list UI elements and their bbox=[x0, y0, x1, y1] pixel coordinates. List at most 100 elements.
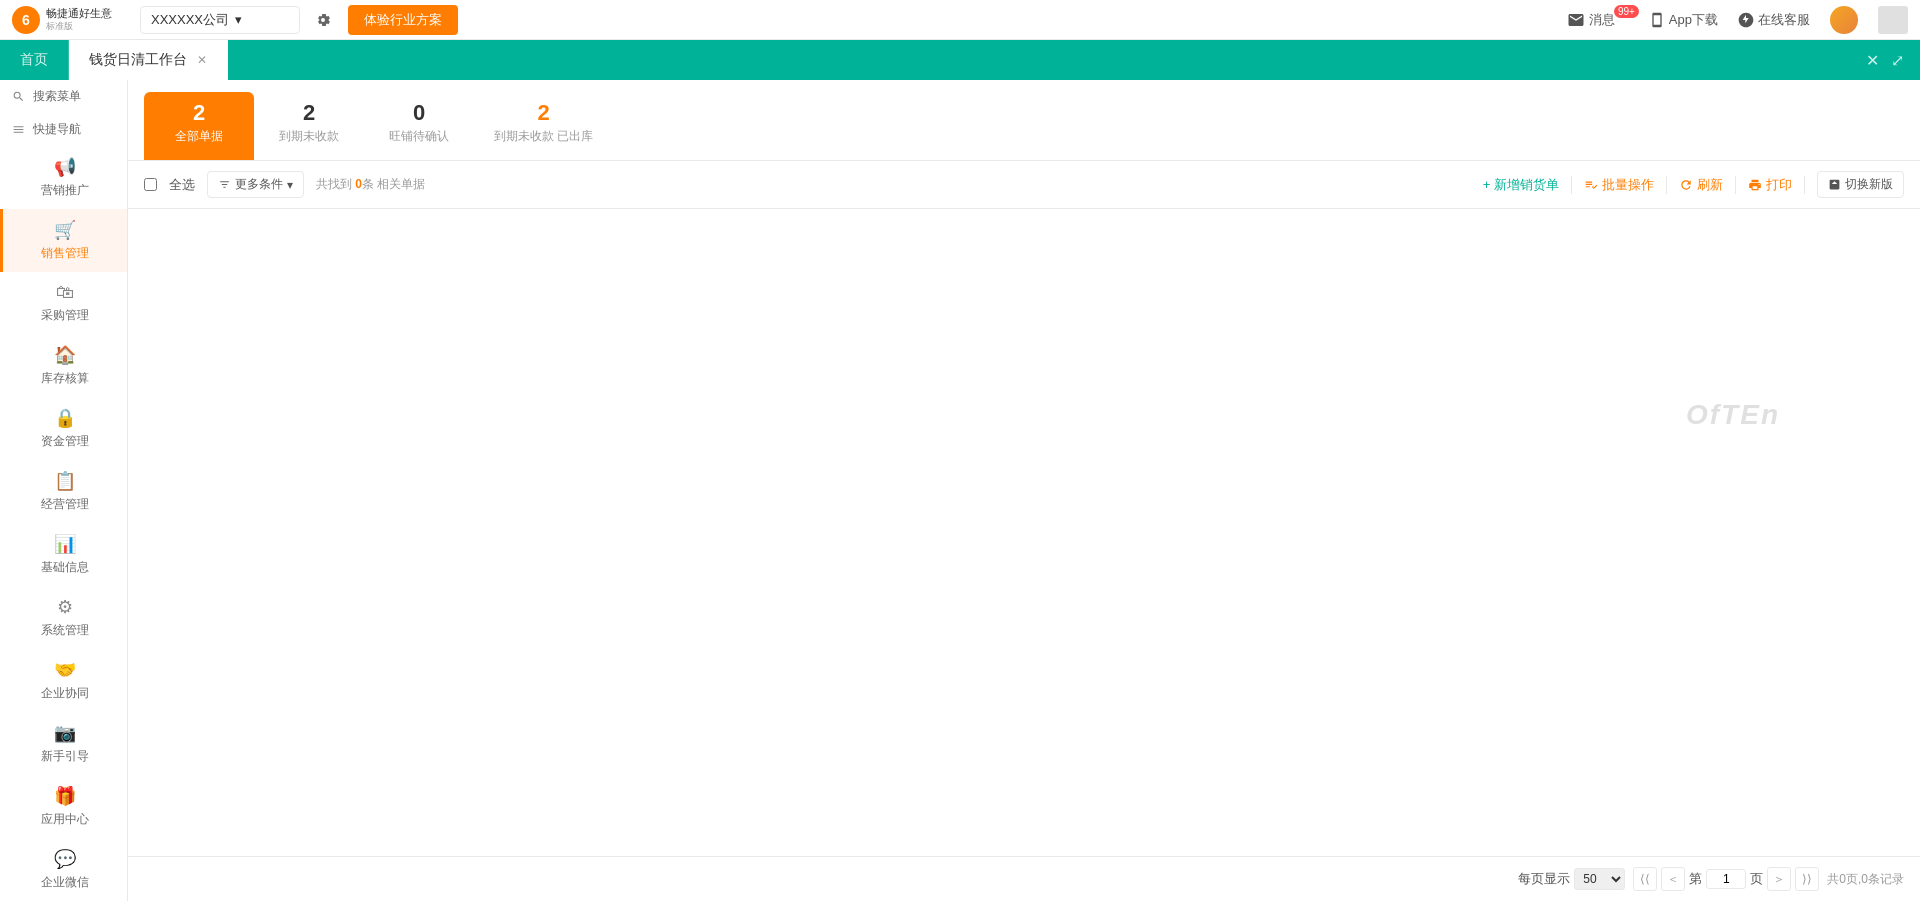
sidebar-label-purchase: 采购管理 bbox=[41, 307, 89, 324]
tab-close-icon[interactable]: ✕ bbox=[197, 53, 207, 67]
chevron-down-icon: ▾ bbox=[235, 12, 242, 27]
divider2 bbox=[1666, 176, 1667, 194]
sales-icon: 🛒 bbox=[54, 219, 76, 241]
app-center-icon: 🎁 bbox=[54, 785, 76, 807]
guide-icon: 📷 bbox=[54, 722, 76, 744]
sidebar-item-purchase[interactable]: 🛍 采购管理 bbox=[0, 272, 127, 334]
print-button[interactable]: 打印 bbox=[1748, 176, 1792, 194]
stat-label-overdue: 到期未收款 bbox=[279, 128, 339, 145]
finance-icon: 🔒 bbox=[54, 407, 76, 429]
sidebar-label-marketing: 营销推广 bbox=[41, 182, 89, 199]
first-page-button[interactable]: ⟨⟨ bbox=[1633, 867, 1657, 891]
logo-area: 6 畅捷通好生意 标准版 bbox=[12, 6, 140, 34]
logo-icon: 6 bbox=[12, 6, 40, 34]
last-page-button[interactable]: ⟩⟩ bbox=[1795, 867, 1819, 891]
table-area: OfTEn bbox=[128, 209, 1920, 856]
select-all-checkbox[interactable] bbox=[144, 178, 157, 191]
message-button[interactable]: 消息 99+ bbox=[1567, 11, 1629, 29]
sidebar-label-guide: 新手引导 bbox=[41, 748, 89, 765]
company-selector[interactable]: XXXXXX公司 ▾ bbox=[140, 6, 300, 34]
stat-tab-all[interactable]: 2 全部单据 bbox=[144, 92, 254, 160]
sidebar: 搜索菜单 快捷导航 📢 营销推广 🛒 销售管理 🛍 采购管理 🏠 库存核算 🔒 … bbox=[0, 80, 128, 901]
watermark-text: OfTEn bbox=[1686, 399, 1780, 431]
page-size-label: 每页显示 bbox=[1518, 870, 1570, 888]
trial-button[interactable]: 体验行业方案 bbox=[348, 5, 458, 35]
avatar[interactable] bbox=[1830, 6, 1858, 34]
sidebar-item-sales[interactable]: 🛒 销售管理 bbox=[0, 209, 127, 272]
online-service-button[interactable]: 在线客服 bbox=[1738, 11, 1810, 29]
main-layout: 搜索菜单 快捷导航 📢 营销推广 🛒 销售管理 🛍 采购管理 🏠 库存核算 🔒 … bbox=[0, 80, 1920, 901]
system-icon: ⚙ bbox=[57, 596, 73, 618]
switch-version-button[interactable]: 切换新版 bbox=[1817, 171, 1904, 198]
enterprise-icon: 🤝 bbox=[54, 659, 76, 681]
divider bbox=[1571, 176, 1572, 194]
select-all-label: 全选 bbox=[169, 176, 195, 194]
sidebar-label-operations: 经营管理 bbox=[41, 496, 89, 513]
minimize-icon[interactable]: ✕ bbox=[1066, 51, 1879, 70]
total-info: 共0页,0条记录 bbox=[1827, 871, 1904, 888]
sidebar-item-enterprise[interactable]: 🤝 企业协同 bbox=[0, 649, 127, 712]
stat-label-pending: 旺铺待确认 bbox=[389, 128, 449, 145]
settings-button[interactable] bbox=[308, 5, 338, 35]
sidebar-item-system[interactable]: ⚙ 系统管理 bbox=[0, 586, 127, 649]
nav-tabs: 首页 钱货日清工作台 ✕ ✕ ⤢ bbox=[0, 40, 1920, 80]
logo-line2: 标准版 bbox=[46, 20, 112, 33]
app-download-button[interactable]: App下载 bbox=[1649, 11, 1718, 29]
nav-tab-actions: ✕ ⤢ bbox=[1066, 51, 1920, 70]
content-area: 2 全部单据 2 到期未收款 0 旺铺待确认 2 到期未收款 已出库 全选 更多… bbox=[128, 80, 1920, 901]
toolbar-right: + 新增销货单 批量操作 刷新 打印 bbox=[1483, 171, 1904, 198]
purchase-icon: 🛍 bbox=[56, 282, 74, 303]
prev-page-button[interactable]: ＜ bbox=[1661, 867, 1685, 891]
tab-workbench[interactable]: 钱货日清工作台 ✕ bbox=[69, 40, 228, 80]
inventory-icon: 🏠 bbox=[54, 344, 76, 366]
sidebar-label-app-center: 应用中心 bbox=[41, 811, 89, 828]
sidebar-item-app-center[interactable]: 🎁 应用中心 bbox=[0, 775, 127, 838]
page-label: 第 bbox=[1689, 870, 1702, 888]
company-name: XXXXXX公司 bbox=[151, 11, 229, 29]
quick-nav-button[interactable]: 快捷导航 bbox=[0, 113, 127, 146]
stat-number-shipped: 2 bbox=[538, 100, 550, 126]
maximize-icon[interactable]: ⤢ bbox=[1891, 51, 1904, 70]
basic-info-icon: 📊 bbox=[54, 533, 76, 555]
search-menu-button[interactable]: 搜索菜单 bbox=[0, 80, 127, 113]
pagination: 每页显示 50 100 200 ⟨⟨ ＜ 第 页 ＞ ⟩⟩ 共0页,0条记录 bbox=[128, 856, 1920, 901]
message-label: 消息 bbox=[1589, 11, 1615, 29]
page-navigation: ⟨⟨ ＜ 第 页 ＞ ⟩⟩ bbox=[1633, 867, 1819, 891]
sidebar-item-inventory[interactable]: 🏠 库存核算 bbox=[0, 334, 127, 397]
sidebar-label-basic-info: 基础信息 bbox=[41, 559, 89, 576]
filter-button[interactable]: 更多条件 ▾ bbox=[207, 171, 304, 198]
next-page-button[interactable]: ＞ bbox=[1767, 867, 1791, 891]
sidebar-item-basic-info[interactable]: 📊 基础信息 bbox=[0, 523, 127, 586]
quick-nav-label: 快捷导航 bbox=[33, 121, 81, 138]
page-size-selector: 每页显示 50 100 200 bbox=[1518, 868, 1625, 890]
sidebar-item-operations[interactable]: 📋 经营管理 bbox=[0, 460, 127, 523]
operations-icon: 📋 bbox=[54, 470, 76, 492]
sidebar-item-guide[interactable]: 📷 新手引导 bbox=[0, 712, 127, 775]
divider3 bbox=[1735, 176, 1736, 194]
add-sales-order-button[interactable]: + 新增销货单 bbox=[1483, 176, 1559, 194]
stat-tab-shipped[interactable]: 2 到期未收款 已出库 bbox=[474, 92, 613, 160]
page-unit: 页 bbox=[1750, 870, 1763, 888]
refresh-button[interactable]: 刷新 bbox=[1679, 176, 1723, 194]
page-size-select[interactable]: 50 100 200 bbox=[1574, 868, 1625, 890]
user-menu[interactable] bbox=[1878, 6, 1908, 34]
stat-tab-overdue[interactable]: 2 到期未收款 bbox=[254, 92, 364, 160]
tab-home[interactable]: 首页 bbox=[0, 40, 69, 80]
sidebar-item-wechat[interactable]: 💬 企业微信 bbox=[0, 838, 127, 901]
sidebar-label-inventory: 库存核算 bbox=[41, 370, 89, 387]
page-number-input[interactable] bbox=[1706, 869, 1746, 889]
divider4 bbox=[1804, 176, 1805, 194]
sidebar-item-finance[interactable]: 🔒 资金管理 bbox=[0, 397, 127, 460]
batch-operation-button[interactable]: 批量操作 bbox=[1584, 176, 1654, 194]
stat-number-all: 2 bbox=[193, 100, 205, 126]
filter-label: 更多条件 bbox=[235, 176, 283, 193]
top-header: 6 畅捷通好生意 标准版 XXXXXX公司 ▾ 体验行业方案 消息 99+ Ap… bbox=[0, 0, 1920, 40]
message-badge: 99+ bbox=[1614, 5, 1639, 18]
sidebar-label-finance: 资金管理 bbox=[41, 433, 89, 450]
online-service-label: 在线客服 bbox=[1758, 11, 1810, 29]
toolbar: 全选 更多条件 ▾ 共找到 0条 相关单据 + 新增销货单 批量操作 bbox=[128, 161, 1920, 209]
sidebar-label-system: 系统管理 bbox=[41, 622, 89, 639]
stat-tab-pending[interactable]: 0 旺铺待确认 bbox=[364, 92, 474, 160]
sidebar-item-marketing[interactable]: 📢 营销推广 bbox=[0, 146, 127, 209]
found-text: 共找到 0条 相关单据 bbox=[316, 176, 425, 193]
